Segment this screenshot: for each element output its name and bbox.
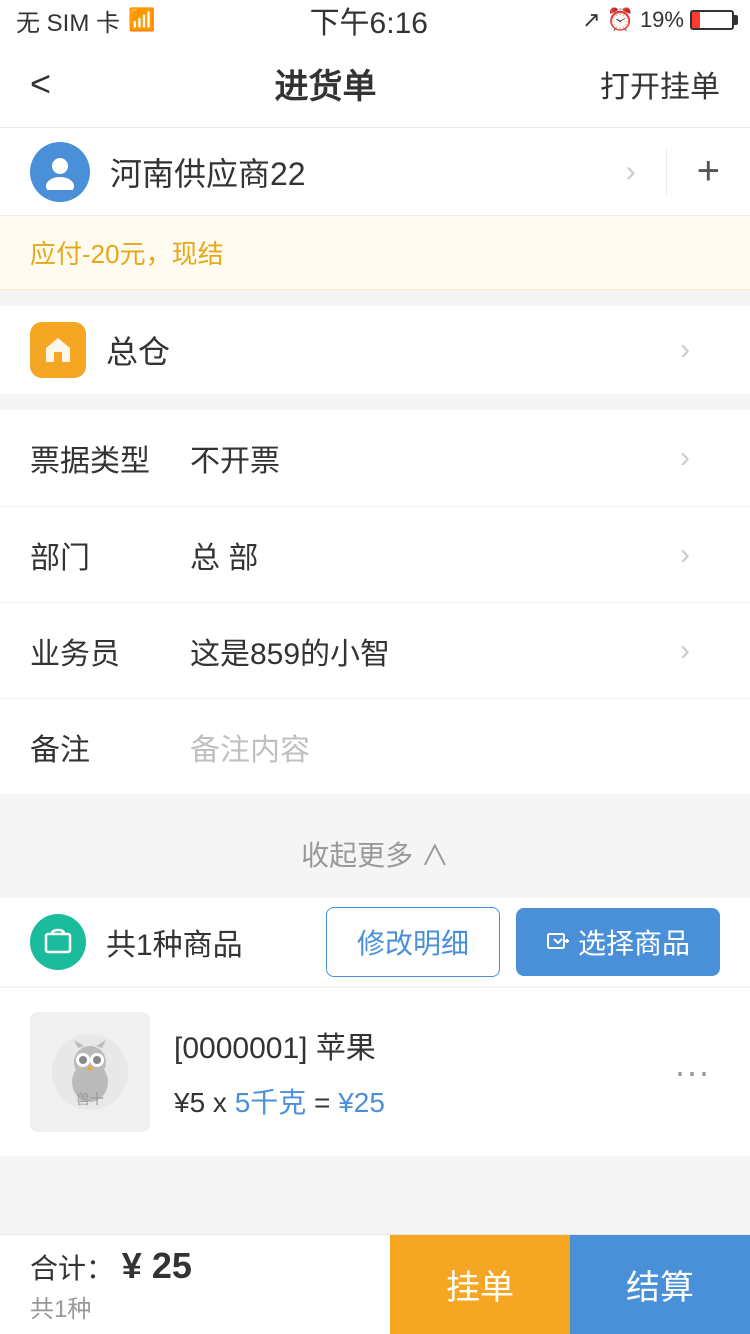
total-amount: ¥ 25 [122, 1245, 192, 1286]
sales-row[interactable]: 业务员 这是859的小智 › [0, 602, 750, 698]
dept-label: 部门 [30, 533, 170, 577]
select-product-icon [546, 930, 570, 954]
total-count: 共1种 [30, 1289, 360, 1324]
dept-row[interactable]: 部门 总 部 › [0, 506, 750, 602]
cart-icon [42, 926, 74, 958]
house-icon [42, 334, 74, 366]
chevron-right-icon: › [680, 333, 690, 367]
pending-button[interactable]: 挂单 [390, 1235, 570, 1334]
chevron-right-icon: › [626, 155, 636, 189]
total-row: 合计： ¥ 25 [30, 1245, 360, 1287]
page-title: 进货单 [275, 59, 377, 108]
product-name: [0000001] 苹果 [174, 1023, 664, 1067]
checkout-label: 结算 [626, 1260, 694, 1309]
sales-label: 业务员 [30, 629, 170, 673]
products-icon [30, 914, 86, 970]
divider [666, 150, 667, 194]
supplier-name: 河南供应商22 [110, 149, 626, 195]
edit-detail-button[interactable]: 修改明细 [326, 907, 500, 977]
wifi-icon: 📶 [128, 7, 155, 33]
battery-indicator [690, 10, 734, 30]
remark-input[interactable]: 备注内容 [170, 725, 720, 769]
status-left: 无 SIM 卡 📶 [16, 3, 155, 38]
total-label: 合计： [30, 1253, 114, 1284]
products-count: 共1种商品 [106, 920, 326, 964]
product-code: [0000001] [174, 1032, 307, 1065]
pending-label: 挂单 [446, 1260, 514, 1309]
checkout-button[interactable]: 结算 [570, 1235, 750, 1334]
bottom-bar: 合计： ¥ 25 共1种 挂单 结算 [0, 1234, 750, 1334]
collapse-label: 收起更多 ∧ [301, 840, 449, 871]
invoice-value: 不开票 [170, 436, 680, 480]
location-icon: ↗ [582, 7, 600, 33]
chevron-right-icon: › [680, 441, 690, 475]
form-section: 票据类型 不开票 › 部门 总 部 › 业务员 这是859的小智 › 备注 备注… [0, 410, 750, 794]
remark-label: 备注 [30, 725, 170, 769]
battery-fill [692, 12, 700, 28]
carrier-text: 无 SIM 卡 [16, 3, 120, 38]
warehouse-row[interactable]: 总仓 › [0, 306, 750, 394]
dept-value: 总 部 [170, 533, 680, 577]
person-icon [42, 154, 78, 190]
status-bar: 无 SIM 卡 📶 下午6:16 ↗ ⏰ 19% [0, 0, 750, 40]
battery-text: 19% [640, 7, 684, 33]
product-thumbnail: 兽十 [30, 1012, 150, 1132]
select-product-label: 选择商品 [578, 922, 690, 962]
more-options-button[interactable]: ··· [664, 1041, 720, 1103]
product-title: 苹果 [316, 1032, 376, 1065]
sales-value: 这是859的小智 [170, 629, 680, 673]
open-pending-button[interactable]: 打开挂单 [600, 62, 720, 106]
notice-bar: 应付-20元，现结 [0, 216, 750, 290]
warehouse-section: 总仓 › [0, 306, 750, 394]
time-text: 下午6:16 [310, 0, 428, 42]
warehouse-name: 总仓 [106, 327, 680, 373]
total-text: ¥25 [338, 1087, 385, 1118]
products-header: 共1种商品 修改明细 选择商品 [0, 898, 750, 986]
product-logo: 兽十 [50, 1032, 130, 1112]
product-item: 兽十 [0000001] 苹果 ¥5 x 5千克 = ¥25 ··· [0, 988, 750, 1156]
chevron-right-icon: › [680, 634, 690, 668]
remark-row[interactable]: 备注 备注内容 [0, 698, 750, 794]
product-price: ¥5 x 5千克 = ¥25 [174, 1081, 664, 1121]
select-product-button[interactable]: 选择商品 [516, 908, 720, 976]
qty-text: 5千克 [235, 1087, 307, 1118]
supplier-avatar [30, 142, 90, 202]
supplier-section: 河南供应商22 › + 应付-20元，现结 [0, 128, 750, 290]
supplier-row[interactable]: 河南供应商22 › + [0, 128, 750, 216]
svg-text:兽十: 兽十 [76, 1091, 104, 1107]
status-right: ↗ ⏰ 19% [582, 7, 734, 33]
invoice-label: 票据类型 [30, 436, 170, 480]
chevron-right-icon: › [680, 538, 690, 572]
product-info: [0000001] 苹果 ¥5 x 5千克 = ¥25 [174, 1023, 664, 1121]
collapse-bar[interactable]: 收起更多 ∧ [0, 810, 750, 898]
nav-bar: < 进货单 打开挂单 [0, 40, 750, 128]
alarm-icon: ⏰ [607, 7, 634, 33]
add-button[interactable]: + [697, 149, 720, 194]
notice-text: 应付-20元，现结 [30, 239, 224, 269]
total-section: 合计： ¥ 25 共1种 [0, 1245, 390, 1324]
price-text: ¥5 x [174, 1087, 235, 1118]
invoice-row[interactable]: 票据类型 不开票 › [0, 410, 750, 506]
back-button[interactable]: < [30, 63, 51, 105]
warehouse-icon [30, 322, 86, 378]
main-content: 河南供应商22 › + 应付-20元，现结 总仓 › 票据类型 不开票 › [0, 128, 750, 1272]
equals-text: = [306, 1087, 338, 1118]
